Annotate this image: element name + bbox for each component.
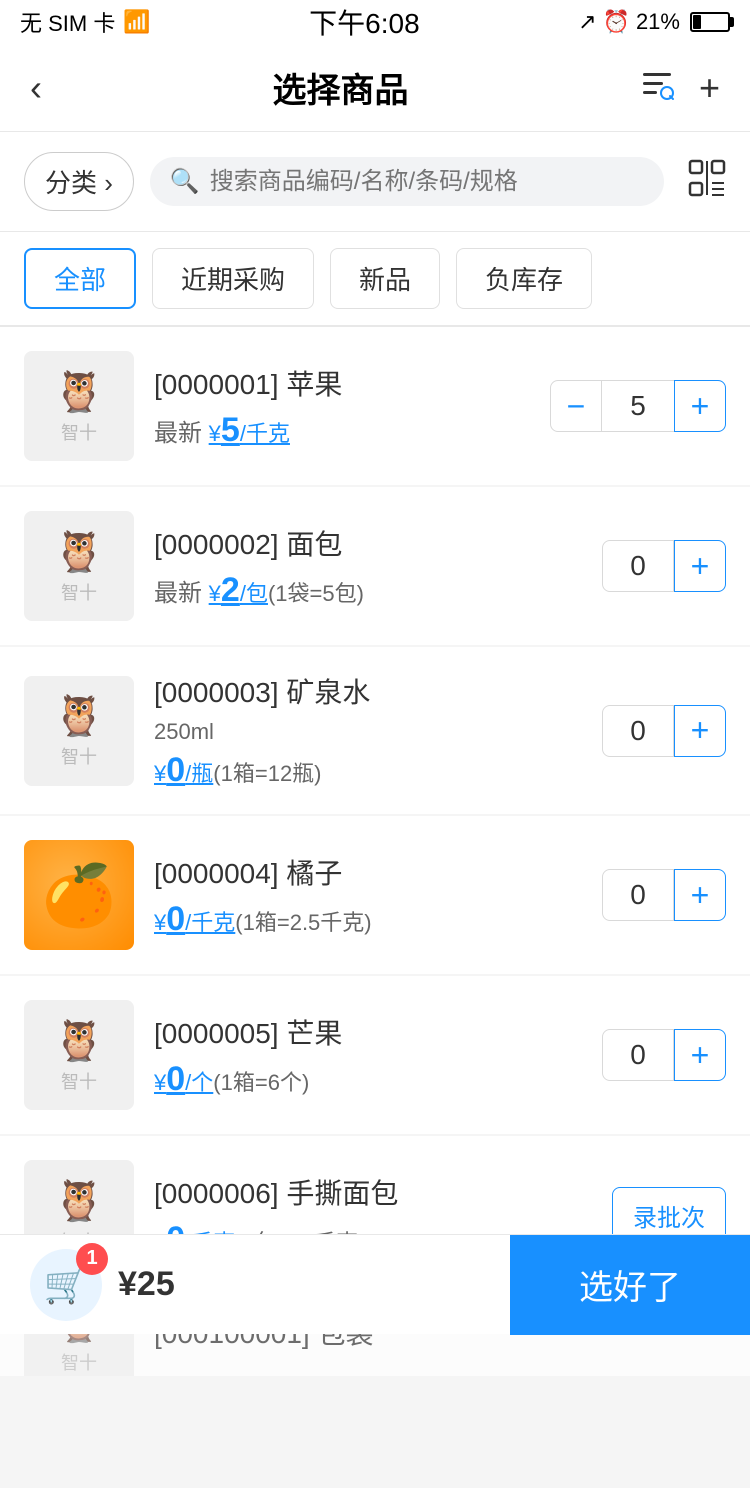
status-time: 下午6:08 [309, 2, 420, 42]
wifi-icon: 📶 [123, 9, 150, 35]
list-item: 🦉 智十 [0000002] 面包 最新 ¥2/包(1袋=5包) + [0, 487, 750, 645]
quantity-control: + [602, 540, 726, 592]
cart-badge: 1 [76, 1243, 108, 1275]
cart-button[interactable]: 1 🛒 [30, 1249, 102, 1321]
search-box: 🔍 [150, 157, 664, 206]
add-button[interactable]: + [699, 67, 720, 109]
list-item: 🦉 智十 [0000001] 苹果 最新 ¥5/千克 − + [0, 327, 750, 485]
page-title: 选择商品 [272, 63, 408, 112]
increase-button[interactable]: + [674, 869, 726, 921]
product-info: [0000005] 芒果 ¥0/个(1箱=6个) [154, 1012, 582, 1099]
quantity-input[interactable] [602, 1029, 674, 1081]
product-name: [0000006] 手撕面包 [154, 1172, 592, 1212]
back-button[interactable]: ‹ [30, 67, 42, 109]
tab-negative[interactable]: 负库存 [456, 248, 592, 309]
product-info: [0000003] 矿泉水 250ml ¥0/瓶(1箱=12瓶) [154, 671, 582, 790]
carrier-label: 无 SIM 卡 [20, 6, 115, 38]
product-name: [0000002] 面包 [154, 523, 582, 563]
increase-button[interactable]: + [674, 1029, 726, 1081]
product-name: [0000005] 芒果 [154, 1012, 582, 1052]
product-name: [0000001] 苹果 [154, 363, 530, 403]
increase-button[interactable]: + [674, 380, 726, 432]
product-price: 最新 ¥5/千克 [154, 411, 530, 450]
product-name: [0000003] 矿泉水 [154, 671, 582, 711]
filter-button[interactable] [639, 65, 675, 110]
list-item: 🦉 智十 [0000005] 芒果 ¥0/个(1箱=6个) + [0, 976, 750, 1134]
quantity-control: + [602, 705, 726, 757]
status-left: 无 SIM 卡 📶 [20, 6, 151, 38]
product-image: 🦉 智十 [24, 351, 134, 461]
filter-bar: 分类 › 🔍 [0, 132, 750, 232]
list-item: 🍊 [0000004] 橘子 ¥0/千克(1箱=2.5千克) + [0, 816, 750, 974]
product-info: [0000002] 面包 最新 ¥2/包(1袋=5包) [154, 523, 582, 610]
battery-label: 21% [636, 9, 680, 35]
product-price: ¥0/千克(1箱=2.5千克) [154, 900, 582, 939]
list-item: 🦉 智十 [0000003] 矿泉水 250ml ¥0/瓶(1箱=12瓶) + [0, 647, 750, 814]
product-price: 最新 ¥2/包(1袋=5包) [154, 571, 582, 610]
confirm-button[interactable]: 选好了 [510, 1235, 750, 1335]
nav-bar: ‹ 选择商品 + [0, 44, 750, 132]
battery-icon [690, 12, 730, 32]
cart-section: 1 🛒 ¥25 [0, 1249, 510, 1321]
cart-total: ¥25 [118, 1265, 175, 1304]
quantity-input[interactable] [602, 380, 674, 432]
quantity-control: − + [550, 380, 726, 432]
product-price: ¥0/瓶(1箱=12瓶) [154, 751, 582, 790]
tab-all[interactable]: 全部 [24, 248, 136, 309]
product-price: ¥0/个(1箱=6个) [154, 1060, 582, 1099]
tab-new[interactable]: 新品 [330, 248, 440, 309]
product-image: 🦉 智十 [24, 676, 134, 786]
status-right: ↗ ⏰ 21% [578, 9, 730, 35]
product-spec: 250ml [154, 719, 582, 745]
decrease-button[interactable]: − [550, 380, 602, 432]
product-name: [0000004] 橘子 [154, 852, 582, 892]
product-info: [0000001] 苹果 最新 ¥5/千克 [154, 363, 530, 450]
quantity-input[interactable] [602, 540, 674, 592]
increase-button[interactable]: + [674, 705, 726, 757]
alarm-icon: ⏰ [603, 9, 630, 35]
product-image: 🍊 [24, 840, 134, 950]
tab-recent[interactable]: 近期采购 [152, 248, 314, 309]
nav-right-actions: + [639, 65, 720, 110]
quantity-control: + [602, 869, 726, 921]
category-button[interactable]: 分类 › [24, 152, 134, 211]
product-image: 🦉 智十 [24, 1000, 134, 1110]
product-info: [0000004] 橘子 ¥0/千克(1箱=2.5千克) [154, 852, 582, 939]
bottom-bar: 1 🛒 ¥25 选好了 [0, 1234, 750, 1334]
quantity-input[interactable] [602, 705, 674, 757]
search-icon: 🔍 [170, 167, 200, 196]
product-image: 🦉 智十 [24, 511, 134, 621]
search-input[interactable] [210, 168, 644, 196]
quantity-input[interactable] [602, 869, 674, 921]
location-icon: ↗ [578, 9, 596, 35]
status-bar: 无 SIM 卡 📶 下午6:08 ↗ ⏰ 21% [0, 0, 750, 44]
increase-button[interactable]: + [674, 540, 726, 592]
tab-bar: 全部 近期采购 新品 负库存 [0, 232, 750, 327]
product-list: 🦉 智十 [0000001] 苹果 最新 ¥5/千克 − + 🦉 智十 [000… [0, 327, 750, 1376]
quantity-control: + [602, 1029, 726, 1081]
scan-icon[interactable] [688, 159, 726, 205]
